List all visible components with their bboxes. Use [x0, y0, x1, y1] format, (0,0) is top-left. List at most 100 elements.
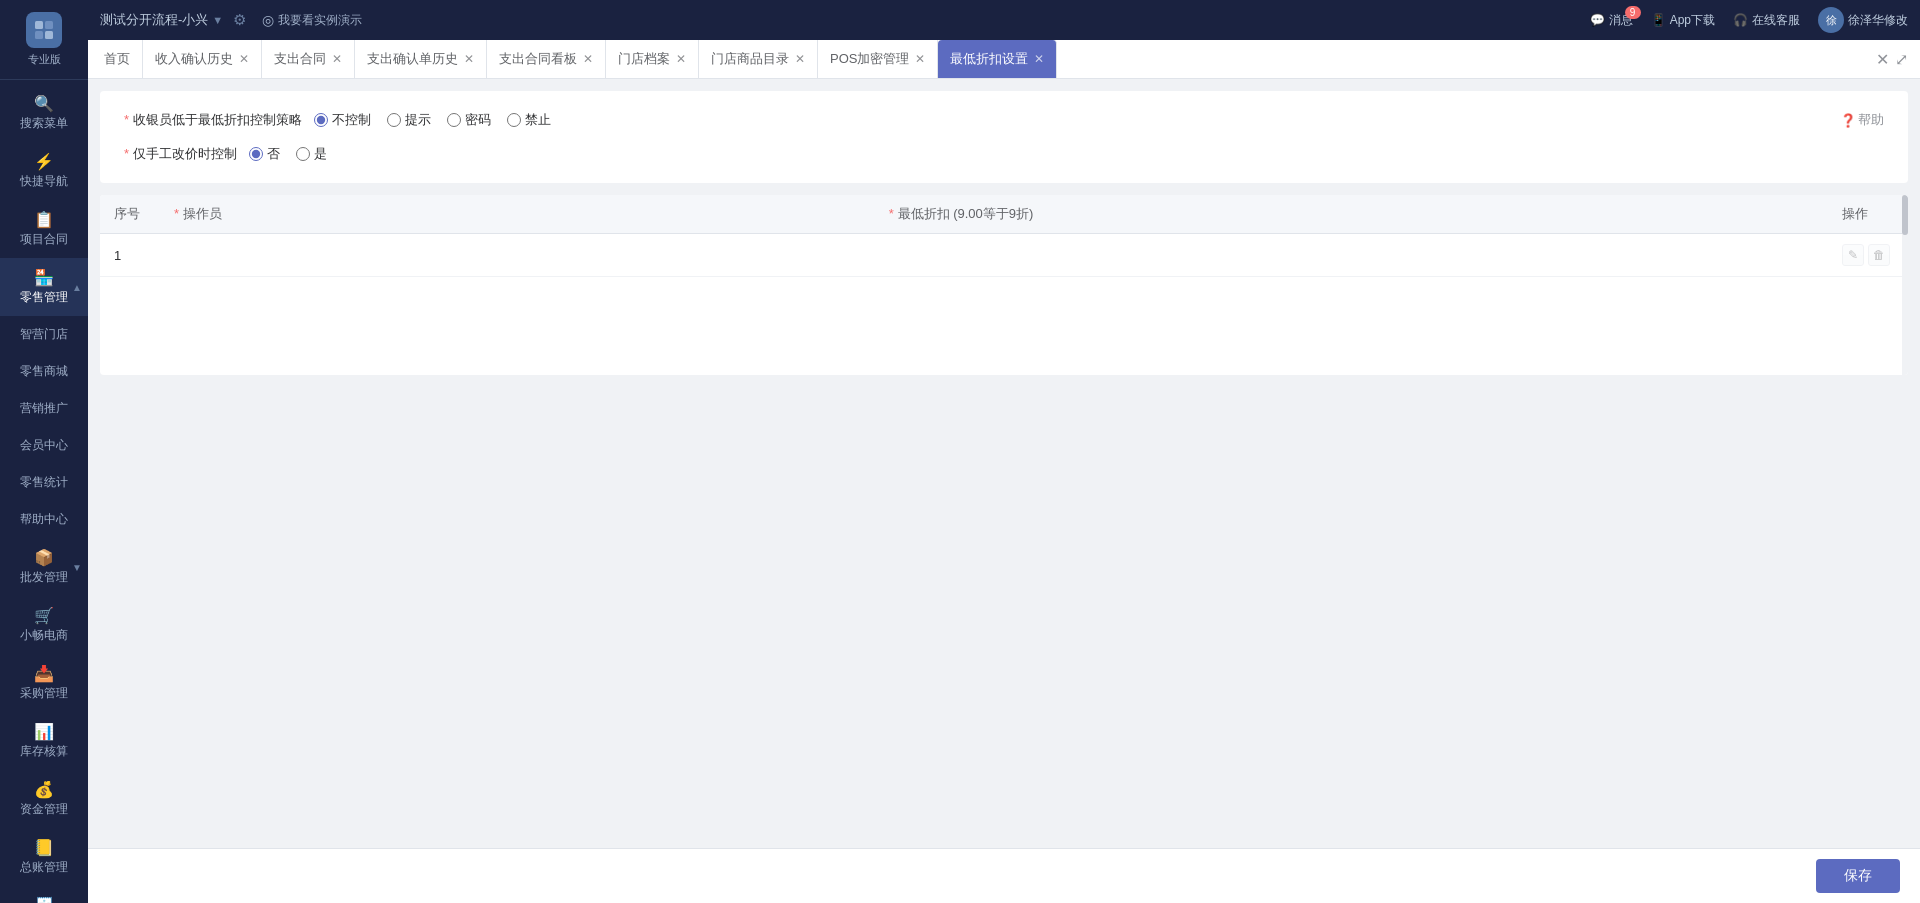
- edit-button[interactable]: ✎: [1842, 244, 1864, 266]
- radio-forbid-label: 禁止: [525, 111, 551, 129]
- demo-circle-icon: ◎: [262, 12, 274, 28]
- radio-password[interactable]: 密码: [447, 111, 491, 129]
- app-download-icon: 📱: [1651, 13, 1666, 27]
- radio-remind[interactable]: 提示: [387, 111, 431, 129]
- tab-expense-board-label: 支出合同看板: [499, 50, 577, 68]
- radio-forbid-input[interactable]: [507, 113, 521, 127]
- sidebar-item-purchase[interactable]: 📥 采购管理: [0, 654, 88, 712]
- sidebar-item-smallecom[interactable]: 🛒 小畅电商: [0, 596, 88, 654]
- topbar-message-button[interactable]: 💬 消息 9: [1590, 12, 1633, 29]
- sidebar-item-ledger[interactable]: 📒 总账管理: [0, 828, 88, 886]
- action-buttons: ✎ 🗑: [1842, 244, 1894, 266]
- radio-no-control[interactable]: 不控制: [314, 111, 371, 129]
- quicknav-menu-icon: ⚡: [34, 152, 54, 171]
- sidebar-logo: 专业版: [0, 0, 88, 80]
- sidebar-item-help[interactable]: 帮助中心: [0, 501, 88, 538]
- sidebar-item-ecommerce[interactable]: 零售商城: [0, 353, 88, 390]
- sidebar-item-retailstats[interactable]: 零售统计: [0, 464, 88, 501]
- topbar-project-selector[interactable]: 测试分开流程-小兴 ▼: [100, 11, 223, 29]
- tab-revenue-history-close[interactable]: ✕: [239, 52, 249, 66]
- tabs-expand-button[interactable]: ⤢: [1895, 50, 1908, 69]
- help-link[interactable]: ❓ 帮助: [1840, 111, 1884, 129]
- topbar-appdownload-button[interactable]: 📱 App下载: [1651, 12, 1715, 29]
- tab-store-catalog-close[interactable]: ✕: [795, 52, 805, 66]
- radio-forbid[interactable]: 禁止: [507, 111, 551, 129]
- tab-home-label: 首页: [104, 50, 130, 68]
- delete-icon: 🗑: [1873, 248, 1885, 262]
- sidebar-item-search[interactable]: 🔍 搜索菜单: [0, 84, 88, 142]
- sidebar-item-inventory[interactable]: 📊 库存核算: [0, 712, 88, 770]
- radio-password-input[interactable]: [447, 113, 461, 127]
- radio-yes[interactable]: 是: [296, 145, 327, 163]
- tab-expense-contract[interactable]: 支出合同 ✕: [262, 40, 355, 78]
- sidebar-logo-text: 专业版: [28, 52, 61, 67]
- topbar-user-area[interactable]: 徐 徐泽华修改: [1818, 7, 1908, 33]
- delete-button[interactable]: 🗑: [1868, 244, 1890, 266]
- tab-store-archive[interactable]: 门店档案 ✕: [606, 40, 699, 78]
- sidebar-item-invoice[interactable]: 🧾 发票管理: [0, 886, 88, 903]
- sidebar-item-member[interactable]: 会员中心: [0, 427, 88, 464]
- sidebar-item-wholesale[interactable]: 📦 批发管理 ▼: [0, 538, 88, 596]
- tab-expense-board[interactable]: 支出合同看板 ✕: [487, 40, 606, 78]
- discount-table: 序号 操作员 最低折扣 (9.00等于9折) 操作: [100, 195, 1908, 277]
- tab-pos-encrypt[interactable]: POS加密管理 ✕: [818, 40, 938, 78]
- tab-expense-confirm-history[interactable]: 支出确认单历史 ✕: [355, 40, 487, 78]
- radio-no[interactable]: 否: [249, 145, 280, 163]
- radio-no-control-input[interactable]: [314, 113, 328, 127]
- tab-min-discount[interactable]: 最低折扣设置 ✕: [938, 40, 1057, 78]
- table-scrollbar-track[interactable]: [1902, 195, 1908, 375]
- sidebar-item-marketing[interactable]: 营销推广: [0, 390, 88, 427]
- footer-bar: 保存: [88, 848, 1920, 903]
- cell-min-discount: [875, 234, 1828, 277]
- cell-operator: [160, 234, 875, 277]
- tab-min-discount-close[interactable]: ✕: [1034, 52, 1044, 66]
- message-badge: 9: [1625, 6, 1641, 19]
- tab-min-discount-label: 最低折扣设置: [950, 50, 1028, 68]
- finance-menu-icon: 💰: [34, 780, 54, 799]
- tab-home[interactable]: 首页: [92, 40, 143, 78]
- topbar: 测试分开流程-小兴 ▼ ⚙ ◎ 我要看实例演示 💬 消息 9 📱 App下载 🎧…: [88, 0, 1920, 40]
- radio-password-label: 密码: [465, 111, 491, 129]
- tab-expense-confirm-close[interactable]: ✕: [464, 52, 474, 66]
- topbar-onlineservice-button[interactable]: 🎧 在线客服: [1733, 12, 1800, 29]
- svg-rect-1: [45, 21, 53, 29]
- sidebar-item-contract[interactable]: 📋 项目合同: [0, 200, 88, 258]
- tab-store-catalog[interactable]: 门店商品目录 ✕: [699, 40, 818, 78]
- topbar-demo-link[interactable]: ◎ 我要看实例演示: [262, 12, 362, 29]
- topbar-gear-icon: ⚙: [233, 11, 246, 28]
- tabs-close-all-button[interactable]: ✕: [1876, 50, 1889, 69]
- sidebar-item-smartstore[interactable]: 智营门店: [0, 316, 88, 353]
- search-menu-icon: 🔍: [34, 94, 54, 113]
- radio-remind-input[interactable]: [387, 113, 401, 127]
- radio-no-input[interactable]: [249, 147, 263, 161]
- table-header-row: 序号 操作员 最低折扣 (9.00等于9折) 操作: [100, 195, 1908, 234]
- discount-control-row: 收银员低于最低折扣控制策略 不控制 提示 密码: [124, 111, 1884, 129]
- discount-control-label: 收银员低于最低折扣控制策略: [124, 111, 302, 129]
- topbar-right: 💬 消息 9 📱 App下载 🎧 在线客服 徐 徐泽华修改: [1590, 7, 1908, 33]
- service-icon: 🎧: [1733, 13, 1748, 27]
- table-scrollbar-thumb[interactable]: [1902, 195, 1908, 235]
- purchase-menu-icon: 📥: [34, 664, 54, 683]
- cell-action: ✎ 🗑: [1828, 234, 1908, 277]
- tab-expense-board-close[interactable]: ✕: [583, 52, 593, 66]
- tab-store-archive-close[interactable]: ✕: [676, 52, 686, 66]
- sidebar-item-quicknav[interactable]: ⚡ 快捷导航: [0, 142, 88, 200]
- logo-icon: [26, 12, 62, 48]
- sidebar-item-retail[interactable]: 🏪 零售管理 ▲: [0, 258, 88, 316]
- tab-expense-contract-label: 支出合同: [274, 50, 326, 68]
- topbar-gear-button[interactable]: ⚙: [233, 11, 246, 29]
- avatar: 徐: [1818, 7, 1844, 33]
- help-icon: ❓: [1840, 113, 1856, 128]
- save-button[interactable]: 保存: [1816, 859, 1900, 893]
- discount-table-section: 序号 操作员 最低折扣 (9.00等于9折) 操作: [100, 195, 1908, 375]
- tab-revenue-history[interactable]: 收入确认历史 ✕: [143, 40, 262, 78]
- tab-pos-encrypt-close[interactable]: ✕: [915, 52, 925, 66]
- sidebar-item-finance[interactable]: 💰 资金管理: [0, 770, 88, 828]
- tab-expense-contract-close[interactable]: ✕: [332, 52, 342, 66]
- th-seq: 序号: [100, 195, 160, 234]
- content-area: 收银员低于最低折扣控制策略 不控制 提示 密码: [88, 79, 1920, 848]
- th-operator: 操作员: [160, 195, 875, 234]
- radio-yes-input[interactable]: [296, 147, 310, 161]
- cell-seq: 1: [100, 234, 160, 277]
- table-scroll-area: 序号 操作员 最低折扣 (9.00等于9折) 操作: [100, 195, 1908, 375]
